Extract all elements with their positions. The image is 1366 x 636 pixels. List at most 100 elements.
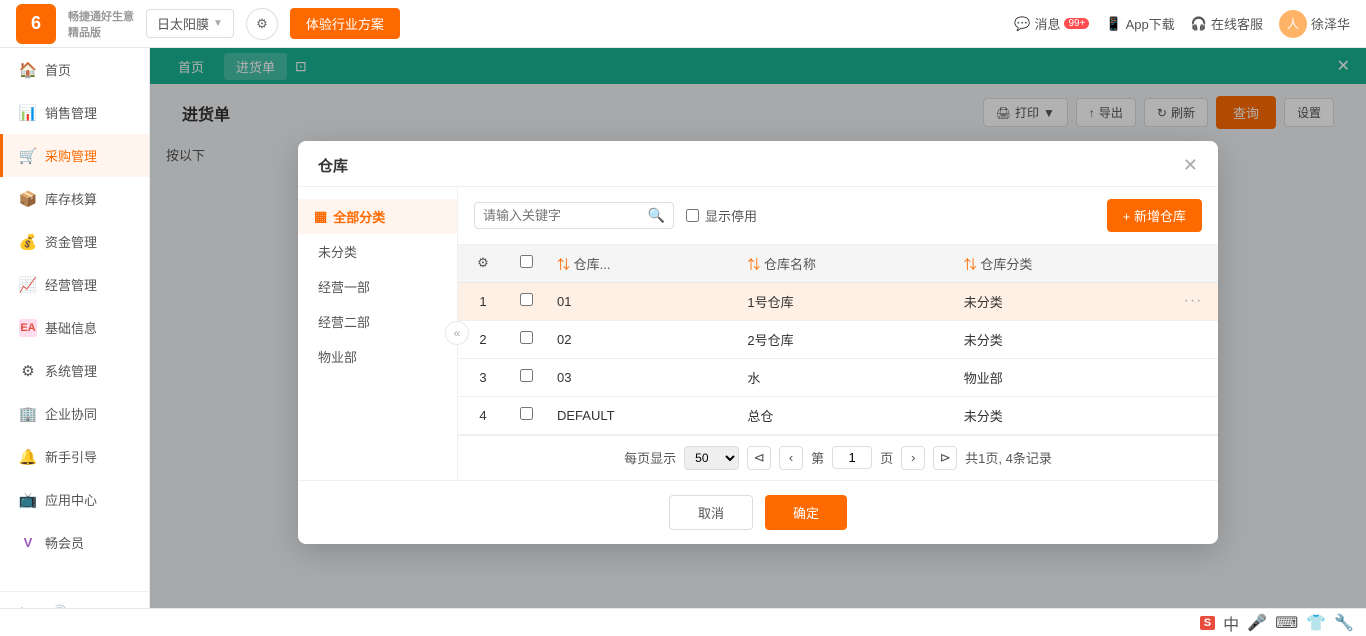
system-icon: ⚙ xyxy=(19,362,37,380)
page-unit: 页 xyxy=(880,448,893,467)
row-check-1 xyxy=(508,282,545,320)
row-code-4: DEFAULT xyxy=(545,396,735,434)
more-options-icon-1[interactable]: ··· xyxy=(1184,292,1203,309)
topbar-right: 💬 消息 99+ 📱 App下载 🎧 在线客服 人 徐泽华 xyxy=(1014,10,1350,38)
grid-icon: ▦ xyxy=(314,208,327,225)
messages-button[interactable]: 💬 消息 99+ xyxy=(1014,14,1089,33)
headset-icon: 🎧 xyxy=(1191,16,1207,32)
prev-page-button[interactable]: ‹ xyxy=(779,446,803,470)
show-disabled-checkbox[interactable] xyxy=(686,209,699,222)
search-input[interactable] xyxy=(483,208,644,223)
total-label: 共1页, 4条记录 xyxy=(965,448,1052,467)
confirm-button[interactable]: 确定 xyxy=(765,495,847,530)
first-page-button[interactable]: ⊲ xyxy=(747,446,771,470)
sort-cat-icon: ⇅ xyxy=(964,257,977,272)
sidebar-item-home[interactable]: 🏠 首页 xyxy=(0,48,149,91)
last-page-button[interactable]: ⊳ xyxy=(933,446,957,470)
sidebar-item-member[interactable]: V 畅会员 xyxy=(0,521,149,564)
modal-close-button[interactable]: ✕ xyxy=(1183,155,1198,176)
table-row[interactable]: 3 03 水 物业部 xyxy=(458,358,1218,396)
table-row[interactable]: 1 01 1号仓库 未分类 ··· xyxy=(458,282,1218,320)
next-page-button[interactable]: › xyxy=(901,446,925,470)
per-page-select[interactable]: 50 100 xyxy=(684,446,739,470)
app-logo: 6 xyxy=(16,4,56,44)
table-head: ⚙ ⇅ 仓库... xyxy=(458,245,1218,283)
warehouse-modal: 仓库 ✕ ▦ 全部分类 未分类 经营 xyxy=(298,141,1218,544)
category-all[interactable]: ▦ 全部分类 xyxy=(298,199,457,234)
sales-icon: 📊 xyxy=(19,104,37,122)
modal-body: ▦ 全部分类 未分类 经营一部 经营二部 物业部 xyxy=(298,187,1218,480)
enterprise-icon: 🏢 xyxy=(19,405,37,423)
trial-button[interactable]: 体验行业方案 xyxy=(290,8,400,39)
row-check-4 xyxy=(508,396,545,434)
statusbar-tool[interactable]: 🔧 xyxy=(1334,613,1354,633)
col-ops xyxy=(1168,245,1218,283)
sidebar-item-enterprise[interactable]: 🏢 企业协同 xyxy=(0,392,149,435)
mobile-icon: 📱 xyxy=(1105,16,1121,32)
category-item-uncategorized[interactable]: 未分类 xyxy=(298,234,457,269)
sidebar-item-apps[interactable]: 📺 应用中心 xyxy=(0,478,149,521)
settings-icon[interactable]: ⚙ xyxy=(246,8,278,40)
sidebar-item-guide[interactable]: 🔔 新手引导 xyxy=(0,435,149,478)
row-ops-2 xyxy=(1168,320,1218,358)
table-row[interactable]: 2 02 2号仓库 未分类 xyxy=(458,320,1218,358)
cancel-button[interactable]: 取消 xyxy=(669,495,753,530)
category-item-property[interactable]: 物业部 xyxy=(298,339,457,374)
statusbar-mic[interactable]: 🎤 xyxy=(1247,613,1267,633)
message-badge: 99+ xyxy=(1064,18,1089,29)
sidebar: 🏠 首页 📊 销售管理 🛒 采购管理 📦 库存核算 💰 资金管理 📈 经营管理 … xyxy=(0,48,150,636)
sidebar-item-basic[interactable]: EA 基础信息 xyxy=(0,306,149,349)
page-input[interactable] xyxy=(832,446,872,469)
sidebar-item-purchase[interactable]: 🛒 采购管理 xyxy=(0,134,149,177)
customer-service-button[interactable]: 🎧 在线客服 xyxy=(1191,14,1263,33)
row-name-2: 2号仓库 xyxy=(735,320,951,358)
warehouse-table: ⚙ ⇅ 仓库... xyxy=(458,245,1218,435)
sidebar-item-finance[interactable]: 💰 资金管理 xyxy=(0,220,149,263)
app-download-button[interactable]: 📱 App下载 xyxy=(1105,14,1174,33)
sort-icon: ⇅ xyxy=(557,257,570,272)
operation-icon: 📈 xyxy=(19,276,37,294)
col-settings: ⚙ xyxy=(458,245,508,283)
col-checkbox xyxy=(508,245,545,283)
basic-icon: EA xyxy=(19,319,37,337)
page-label: 第 xyxy=(811,448,824,467)
add-warehouse-button[interactable]: + 新增仓库 xyxy=(1107,199,1202,232)
table-header-row: ⚙ ⇅ 仓库... xyxy=(458,245,1218,283)
select-all-checkbox[interactable] xyxy=(520,255,533,268)
row-no-4: 4 xyxy=(458,396,508,434)
brand-name: 畅捷通好生意 精品版 xyxy=(68,8,134,40)
sidebar-item-inventory[interactable]: 📦 库存核算 xyxy=(0,177,149,220)
finance-icon: 💰 xyxy=(19,233,37,251)
statusbar: S 中 🎤 ⌨ 👕 🔧 xyxy=(0,608,1366,636)
row-cat-4: 未分类 xyxy=(952,396,1168,434)
row-ops-3 xyxy=(1168,358,1218,396)
per-page-label: 每页显示 xyxy=(624,448,676,467)
statusbar-keyboard[interactable]: ⌨ xyxy=(1275,613,1298,633)
user-profile[interactable]: 人 徐泽华 xyxy=(1279,10,1350,38)
table-row[interactable]: 4 DEFAULT 总仓 未分类 xyxy=(458,396,1218,434)
category-panel: ▦ 全部分类 未分类 经营一部 经营二部 物业部 xyxy=(298,187,458,480)
statusbar-shirt[interactable]: 👕 xyxy=(1306,613,1326,633)
sidebar-item-operation[interactable]: 📈 经营管理 xyxy=(0,263,149,306)
guide-icon: 🔔 xyxy=(19,448,37,466)
show-disabled-label[interactable]: 显示停用 xyxy=(686,206,757,225)
row-no-1: 1 xyxy=(458,282,508,320)
row-check-2 xyxy=(508,320,545,358)
col-category: ⇅ 仓库分类 xyxy=(952,245,1168,283)
collapse-panel-button[interactable]: « xyxy=(445,321,469,345)
main-content: 首页 进货单 ⊡ ✕ 进货单 🖨 打印 ▼ ↑ 导出 xyxy=(150,48,1366,636)
avatar: 人 xyxy=(1279,10,1307,38)
table-panel: 🔍 显示停用 + 新增仓库 xyxy=(458,187,1218,480)
sidebar-item-sales[interactable]: 📊 销售管理 xyxy=(0,91,149,134)
category-item-operations2[interactable]: 经营二部 xyxy=(298,304,457,339)
home-icon: 🏠 xyxy=(19,61,37,79)
main-layout: 🏠 首页 📊 销售管理 🛒 采购管理 📦 库存核算 💰 资金管理 📈 经营管理 … xyxy=(0,48,1366,636)
sidebar-item-system[interactable]: ⚙ 系统管理 xyxy=(0,349,149,392)
modal-overlay: 仓库 ✕ ▦ 全部分类 未分类 经营 xyxy=(150,48,1366,636)
col-code: ⇅ 仓库... xyxy=(545,245,735,283)
statusbar-zh[interactable]: 中 xyxy=(1223,611,1239,635)
store-selector[interactable]: 日太阳膜 ▼ xyxy=(146,9,234,38)
table-body: 1 01 1号仓库 未分类 ··· 2 xyxy=(458,282,1218,434)
row-ops-4 xyxy=(1168,396,1218,434)
category-item-operations1[interactable]: 经营一部 xyxy=(298,269,457,304)
